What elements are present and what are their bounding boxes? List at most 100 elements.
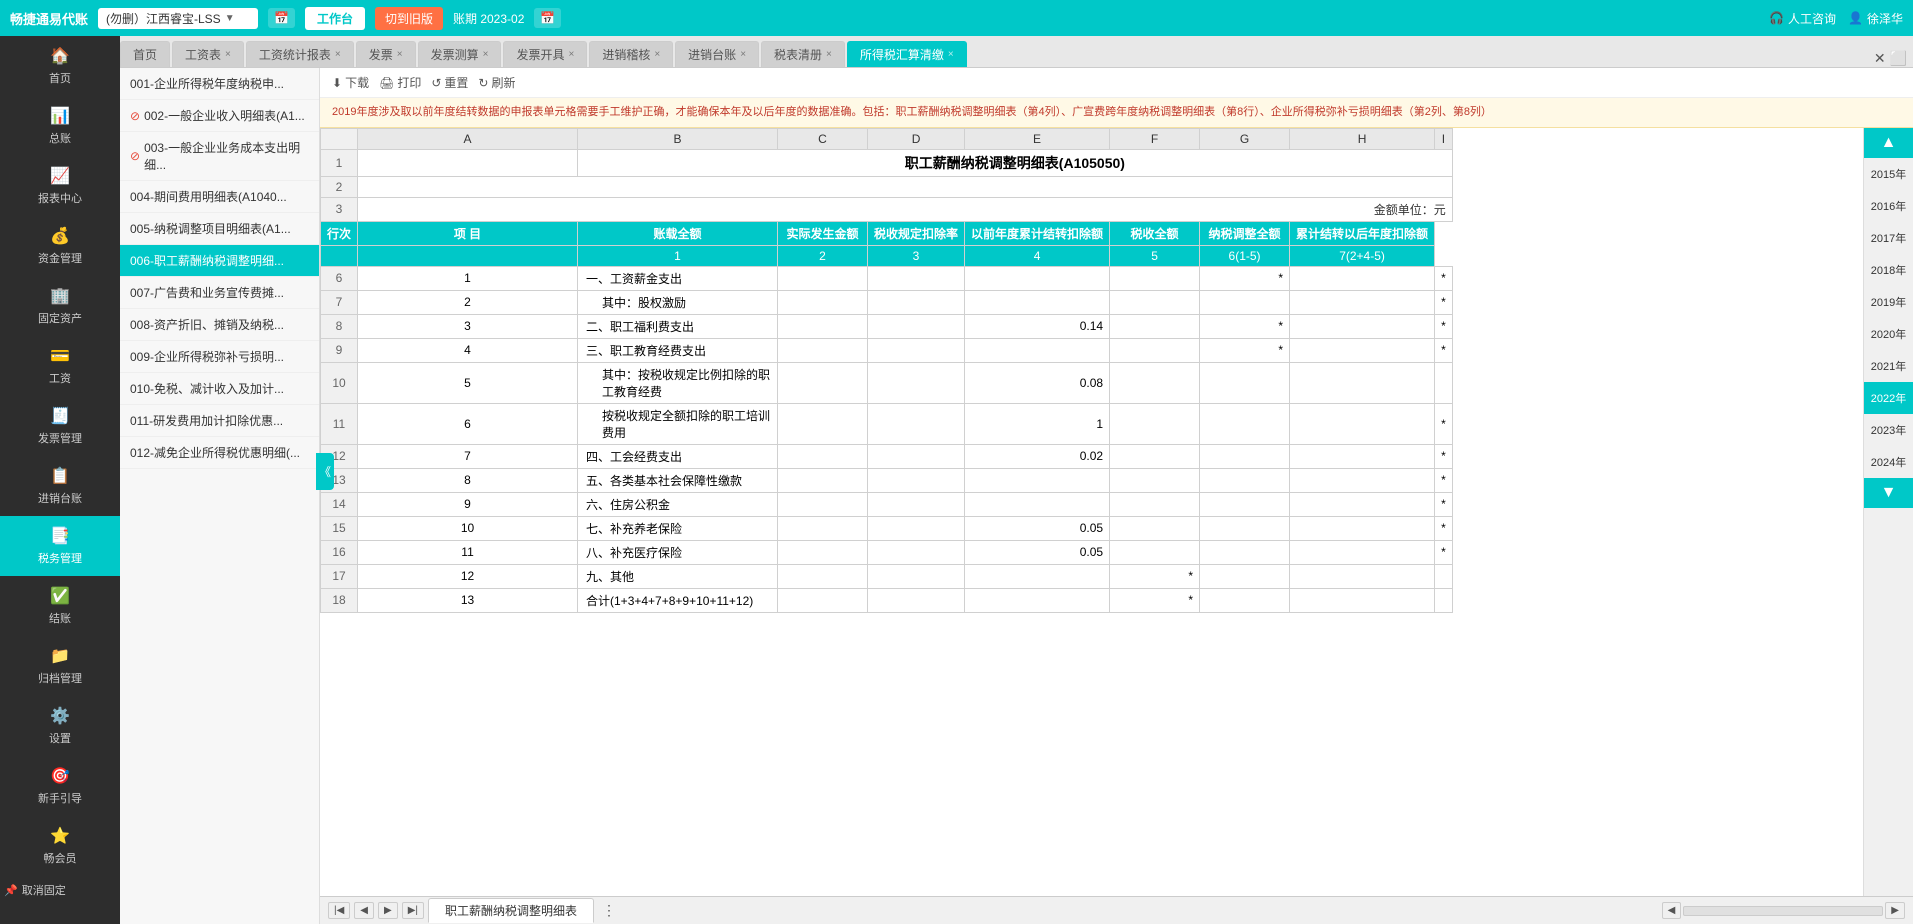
table-row: 17 12 九、其他 * [321, 564, 1453, 588]
year-item-2021[interactable]: 2021年 [1864, 350, 1913, 382]
invoice-icon: 🧾 [50, 406, 70, 426]
close-icon[interactable]: × [826, 49, 832, 60]
list-item-008[interactable]: 008-资产折旧、摊销及纳税... [120, 309, 319, 341]
warning-bar: 2019年度涉及取以前年度结转数据的申报表单元格需要手工维护正确，才能确保本年及… [320, 98, 1913, 128]
list-item-004[interactable]: 004-期间费用明细表(A1040... [120, 181, 319, 213]
print-button[interactable]: 🖨 打印 [379, 74, 421, 91]
table-row: 8 3 二、职工福利费支出 0.14 * * [321, 314, 1453, 338]
sheet-first-btn[interactable]: |◀ [328, 902, 350, 919]
year-item-2022[interactable]: 2022年 [1864, 382, 1913, 414]
list-item-011[interactable]: 011-研发费用加计扣除优惠... [120, 405, 319, 437]
list-item-007[interactable]: 007-广告费和业务宣传费摊... [120, 277, 319, 309]
table-row: 行次 项 目 账载全额 实际发生金额 税收规定扣除率 以前年度累计结转扣除额 税… [321, 221, 1453, 245]
tab-invoice[interactable]: 发票 × [356, 41, 416, 67]
close-icon[interactable]: × [397, 49, 403, 60]
cancel-fixed[interactable]: 📌 取消固定 [0, 876, 120, 904]
sheet-tab-salary-adjust[interactable]: 职工薪酬纳税调整明细表 [428, 898, 594, 923]
sidebar-item-settings[interactable]: ⚙️ 设置 [0, 696, 120, 756]
year-item-2019[interactable]: 2019年 [1864, 286, 1913, 318]
list-item-003[interactable]: ⊘ 003-一般企业业务成本支出明细... [120, 132, 319, 181]
refresh-button[interactable]: ↻ 刷新 [478, 74, 515, 91]
sidebar-item-assets[interactable]: 🏢 固定资产 [0, 276, 120, 336]
tab-close-all-button[interactable]: ✕ [1874, 50, 1886, 67]
sidebar-label-assets: 固定资产 [38, 310, 82, 326]
year-item-2024[interactable]: 2024年 [1864, 446, 1913, 478]
sidebar-item-guide[interactable]: 🎯 新手引导 [0, 756, 120, 816]
period-icon-btn[interactable]: 📅 [534, 8, 561, 28]
close-icon[interactable]: × [335, 49, 341, 60]
tab-income-tax[interactable]: 所得税汇算清缴 × [847, 41, 967, 67]
content-area: 首页 工资表 × 工资统计报表 × 发票 × 发票测算 × 发票开具 × [120, 36, 1913, 924]
sidebar-item-reports[interactable]: 📈 报表中心 [0, 156, 120, 216]
year-item-2023[interactable]: 2023年 [1864, 414, 1913, 446]
year-item-2020[interactable]: 2020年 [1864, 318, 1913, 350]
tab-tax-clear[interactable]: 税表清册 × [761, 41, 845, 67]
ledger-icon: 📊 [50, 106, 70, 126]
company-selector[interactable]: (勿删）江西睿宝-LSS ▼ [98, 8, 258, 29]
sidebar-item-sales[interactable]: 📋 进销台账 [0, 456, 120, 516]
service-label[interactable]: 🎧 人工咨询 [1769, 10, 1836, 27]
warning-text: 2019年度涉及取以前年度结转数据的申报表单元格需要手工维护正确，才能确保本年及… [332, 106, 1492, 118]
close-icon[interactable]: × [654, 49, 660, 60]
list-item-005[interactable]: 005-纳税调整项目明细表(A1... [120, 213, 319, 245]
list-item-010[interactable]: 010-免税、减计收入及加计... [120, 373, 319, 405]
year-up-button[interactable]: ▲ [1864, 128, 1913, 158]
tab-invoice-open[interactable]: 发票开具 × [503, 41, 587, 67]
member-icon: ⭐ [50, 826, 70, 846]
calendar-icon-btn[interactable]: 📅 [268, 8, 295, 28]
sidebar-item-archive[interactable]: 📁 归档管理 [0, 636, 120, 696]
error-icon: ⊘ [130, 109, 140, 123]
sidebar-item-finance[interactable]: 💰 资金管理 [0, 216, 120, 276]
collapse-panel-button[interactable]: 《 [316, 453, 334, 490]
tab-purchase-ledger[interactable]: 进销台账 × [675, 41, 759, 67]
sidebar-item-invoice[interactable]: 🧾 发票管理 [0, 396, 120, 456]
sheet-scrollbar[interactable] [1683, 906, 1883, 916]
cancel-fixed-label: 取消固定 [22, 882, 66, 898]
sheet-last-btn[interactable]: ▶| [402, 902, 424, 919]
close-icon[interactable]: × [948, 49, 954, 60]
sheet-next-btn[interactable]: ▶ [378, 902, 398, 919]
year-item-2015[interactable]: 2015年 [1864, 158, 1913, 190]
close-icon[interactable]: × [740, 49, 746, 60]
close-icon[interactable]: × [568, 49, 574, 60]
sidebar-item-home[interactable]: 🏠 首页 [0, 36, 120, 96]
sidebar-item-member[interactable]: ⭐ 畅会员 [0, 816, 120, 876]
sidebar-item-ledger[interactable]: 📊 总账 [0, 96, 120, 156]
table-container[interactable]: A B C D E F G H I [320, 128, 1863, 897]
sidebar-item-tax[interactable]: 📑 税务管理 [0, 516, 120, 576]
sidebar-item-salary[interactable]: 💳 工资 [0, 336, 120, 396]
col-header-rownum [321, 128, 358, 149]
list-item-009[interactable]: 009-企业所得税弥补亏损明... [120, 341, 319, 373]
reset-button[interactable]: ↺ 重置 [431, 74, 468, 91]
refresh-icon: ↻ [478, 76, 488, 90]
sheet-scroll-right[interactable]: ▶ [1885, 902, 1905, 919]
tab-maximize-button[interactable]: ⬜ [1890, 50, 1907, 67]
sheet-prev-btn[interactable]: ◀ [354, 902, 374, 919]
list-item-001[interactable]: 001-企业所得税年度纳税申... [120, 68, 319, 100]
print-icon: 🖨 [379, 76, 394, 90]
list-item-002[interactable]: ⊘ 002-一般企业收入明细表(A1... [120, 100, 319, 132]
list-item-006[interactable]: 006-职工薪酬纳税调整明细... [120, 245, 319, 277]
user-label[interactable]: 👤 徐泽华 [1848, 10, 1903, 27]
close-icon[interactable]: × [225, 49, 231, 60]
home-icon: 🏠 [50, 46, 70, 66]
tab-home[interactable]: 首页 [120, 41, 170, 67]
sheet-more-button[interactable]: ⋮ [598, 900, 620, 921]
list-item-012[interactable]: 012-减免企业所得税优惠明细(... [120, 437, 319, 469]
col-header-G: G [1200, 128, 1290, 149]
tab-invoice-calc[interactable]: 发票测算 × [418, 41, 502, 67]
tab-purchase-check[interactable]: 进销稽核 × [589, 41, 673, 67]
download-button[interactable]: ⬇ 下载 [332, 74, 369, 91]
tab-salary-stats[interactable]: 工资统计报表 × [246, 41, 354, 67]
sheet-scroll-left[interactable]: ◀ [1662, 902, 1682, 919]
year-item-2016[interactable]: 2016年 [1864, 190, 1913, 222]
sidebar-item-close[interactable]: ✅ 结账 [0, 576, 120, 636]
close-icon[interactable]: × [483, 49, 489, 60]
year-item-2018[interactable]: 2018年 [1864, 254, 1913, 286]
switch-old-button[interactable]: 切到旧版 [375, 7, 443, 30]
tab-salary-sheet[interactable]: 工资表 × [172, 41, 244, 67]
workbench-button[interactable]: 工作台 [305, 7, 365, 30]
year-item-2017[interactable]: 2017年 [1864, 222, 1913, 254]
pin-icon: 📌 [4, 884, 18, 897]
year-down-button[interactable]: ▼ [1864, 478, 1913, 508]
